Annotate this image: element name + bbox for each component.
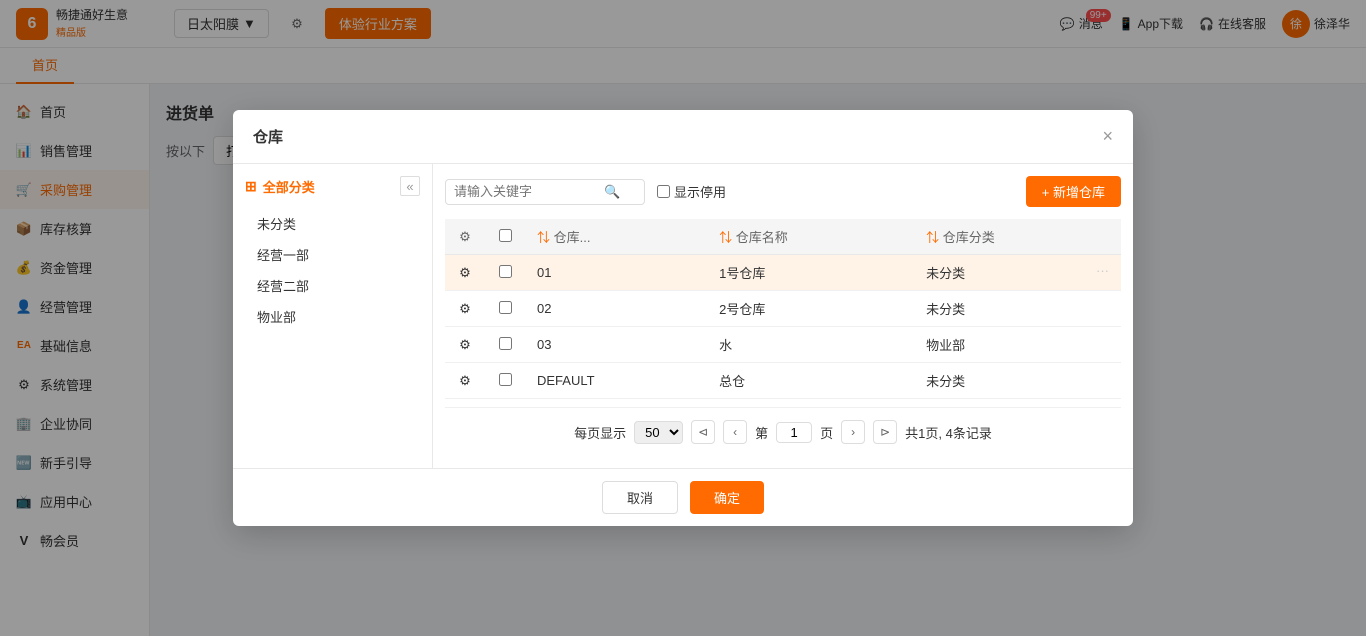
row-checkbox-0[interactable] [485,255,525,291]
row-more-0[interactable]: ··· [1096,263,1109,278]
row-settings-3[interactable]: ⚙ [445,363,485,399]
category-item-3[interactable]: 物业部 [245,301,420,332]
search-bar: 🔍 显示停用 + 新增仓库 [445,176,1121,207]
modal-overlay: 仓库 × ⊞ 全部分类 « 未分类 经营一部 [0,0,1366,636]
row-settings-1[interactable]: ⚙ [445,291,485,327]
total-info: 共1页, 4条记录 [905,423,992,442]
table-row[interactable]: ⚙ 03 水 物业部 [445,327,1121,363]
page-input[interactable] [776,422,812,443]
search-input[interactable] [454,184,604,199]
table-row[interactable]: ⚙ DEFAULT 总仓 未分类 [445,363,1121,399]
next-page-button[interactable]: › [841,420,865,444]
col-settings-header: ⚙ [445,219,485,255]
select-all-checkbox[interactable] [499,229,512,242]
table-row[interactable]: ⚙ 02 2号仓库 未分类 [445,291,1121,327]
prev-page-button[interactable]: ‹ [723,420,747,444]
add-warehouse-button[interactable]: + 新增仓库 [1026,176,1121,207]
page-size-select[interactable]: 50 [634,421,683,444]
modal-title: 仓库 [253,126,283,147]
category-item-1[interactable]: 经营一部 [245,239,420,270]
col-name-header: ⇅ 仓库名称 [707,219,914,255]
modal-header: 仓库 × [233,110,1133,164]
modal-body: ⊞ 全部分类 « 未分类 经营一部 经营二部 物业部 [233,164,1133,468]
page-label: 第 [755,423,768,442]
row-name-0: 1号仓库 [707,255,914,291]
last-page-button[interactable]: ⊳ [873,420,897,444]
col-category-header: ⇅ 仓库分类 [914,219,1121,255]
cancel-button[interactable]: 取消 [602,481,678,514]
row-code-3: DEFAULT [525,363,707,399]
row-code-2: 03 [525,327,707,363]
table-header: ⚙ ⇅ 仓库... ⇅ [445,219,1121,255]
page-unit: 页 [820,423,833,442]
page-size-label: 每页显示 [574,423,626,442]
left-panel: ⊞ 全部分类 « 未分类 经营一部 经营二部 物业部 [233,164,433,468]
settings-header-icon: ⚙ [459,229,471,244]
row-name-3: 总仓 [707,363,914,399]
warehouse-table: ⚙ ⇅ 仓库... ⇅ [445,219,1121,399]
table-body: ⚙ 01 1号仓库 未分类 ··· [445,255,1121,399]
row-checkbox-2[interactable] [485,327,525,363]
all-category-label: 全部分类 [263,177,315,196]
pagination: 每页显示 50 ⊲ ‹ 第 页 › ⊳ 共1页, 4条记录 [445,407,1121,456]
category-item-2[interactable]: 经营二部 [245,270,420,301]
row-settings-0[interactable]: ⚙ [445,255,485,291]
search-icon[interactable]: 🔍 [604,184,620,200]
table-row[interactable]: ⚙ 01 1号仓库 未分类 ··· [445,255,1121,291]
first-page-button[interactable]: ⊲ [691,420,715,444]
row-code-0: 01 [525,255,707,291]
show-disabled-toggle: 显示停用 [657,182,726,201]
show-disabled-checkbox[interactable] [657,185,670,198]
right-panel: 🔍 显示停用 + 新增仓库 ⚙ [433,164,1133,468]
col-checkbox-header [485,219,525,255]
row-category-1: 未分类 [914,291,1121,327]
modal-footer: 取消 确定 [233,468,1133,526]
collapse-panel-button[interactable]: « [400,176,420,196]
modal-close-button[interactable]: × [1102,126,1113,147]
all-category-item[interactable]: ⊞ 全部分类 [245,177,315,196]
row-category-3: 未分类 [914,363,1121,399]
row-code-1: 02 [525,291,707,327]
row-settings-2[interactable]: ⚙ [445,327,485,363]
show-disabled-label: 显示停用 [674,182,726,201]
sort-icon2: ⇅ [719,230,732,245]
confirm-button[interactable]: 确定 [690,481,764,514]
row-name-1: 2号仓库 [707,291,914,327]
row-checkbox-1[interactable] [485,291,525,327]
table-container: ⚙ ⇅ 仓库... ⇅ [445,219,1121,399]
row-category-0: 未分类 ··· [914,255,1121,291]
col-code-header: ⇅ 仓库... [525,219,707,255]
grid-icon: ⊞ [245,178,257,195]
row-name-2: 水 [707,327,914,363]
sort-icon: ⇅ [537,230,550,245]
search-input-wrap: 🔍 [445,179,645,205]
warehouse-modal: 仓库 × ⊞ 全部分类 « 未分类 经营一部 [233,110,1133,526]
sort-icon3: ⇅ [926,230,939,245]
row-checkbox-3[interactable] [485,363,525,399]
left-panel-header: ⊞ 全部分类 « [245,176,420,196]
category-item-0[interactable]: 未分类 [245,208,420,239]
row-category-2: 物业部 [914,327,1121,363]
